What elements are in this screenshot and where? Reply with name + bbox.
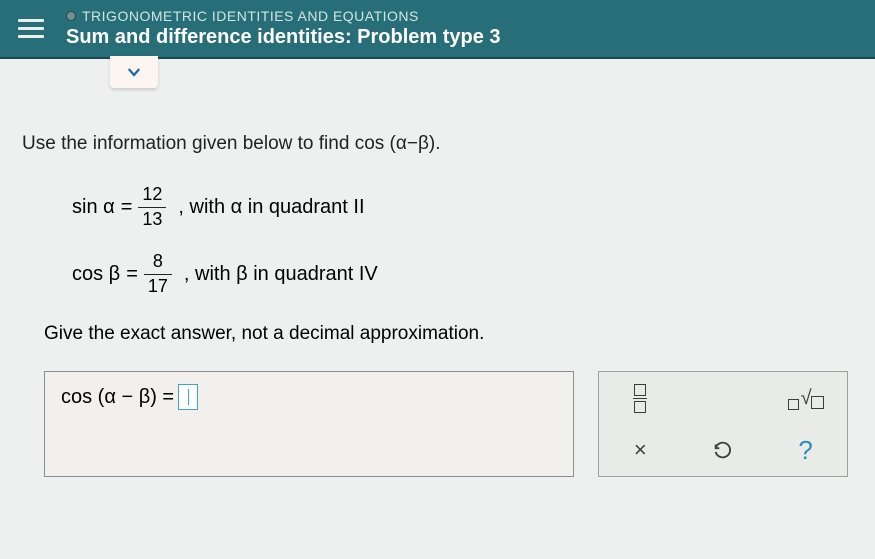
menu-icon[interactable]: [12, 13, 50, 44]
fraction-tool-button[interactable]: [599, 372, 682, 424]
answer-row: cos (α − β) = √ ×: [44, 371, 853, 477]
intro-expression: cos (α−β).: [355, 133, 441, 154]
numerator: 12: [138, 185, 166, 205]
closing-instruction: Give the exact answer, not a decimal app…: [44, 323, 853, 345]
undo-button[interactable]: [682, 424, 765, 476]
intro-text: Use the information given below to find: [22, 133, 355, 154]
denominator: 17: [144, 277, 172, 297]
tool-empty: [682, 372, 765, 424]
func-label: sin α: [72, 196, 115, 219]
sqrt-icon: √: [788, 387, 824, 410]
status-dot-icon: [66, 11, 76, 21]
fraction-icon: [633, 384, 647, 413]
equals-sign: =: [121, 196, 133, 219]
answer-box[interactable]: cos (α − β) =: [44, 371, 574, 477]
sqrt-tool-button[interactable]: √: [764, 372, 847, 424]
fraction-bar: [144, 274, 172, 276]
undo-icon: [712, 439, 734, 461]
help-button[interactable]: ?: [764, 424, 847, 476]
fraction: 12 13: [138, 185, 166, 230]
fraction-bar: [138, 207, 166, 209]
text-cursor-icon: [188, 389, 189, 405]
header-bar: TRIGONOMETRIC IDENTITIES AND EQUATIONS S…: [0, 0, 875, 59]
answer-input[interactable]: [178, 384, 198, 410]
fraction: 8 17: [144, 252, 172, 297]
tool-panel: √ × ?: [598, 371, 848, 477]
category-label: TRIGONOMETRIC IDENTITIES AND EQUATIONS: [82, 8, 419, 24]
content-area: Use the information given below to find …: [0, 59, 875, 477]
equals-sign: =: [126, 263, 138, 286]
line-tail: , with β in quadrant IV: [184, 263, 378, 286]
func-label: cos β: [72, 263, 120, 286]
problem-intro: Use the information given below to find …: [22, 133, 853, 155]
category-line: TRIGONOMETRIC IDENTITIES AND EQUATIONS: [66, 8, 501, 24]
clear-button[interactable]: ×: [599, 424, 682, 476]
line-tail: , with α in quadrant II: [178, 196, 364, 219]
denominator: 13: [138, 210, 166, 230]
page-title: Sum and difference identities: Problem t…: [66, 26, 501, 49]
given-line-1: sin α = 12 13 , with α in quadrant II: [72, 185, 853, 230]
given-line-2: cos β = 8 17 , with β in quadrant IV: [72, 252, 853, 297]
header-text: TRIGONOMETRIC IDENTITIES AND EQUATIONS S…: [66, 8, 501, 49]
given-block: sin α = 12 13 , with α in quadrant II co…: [72, 185, 853, 297]
clear-icon: ×: [634, 437, 647, 463]
answer-lhs: cos (α − β) =: [61, 386, 174, 409]
numerator: 8: [149, 252, 167, 272]
help-icon: ?: [798, 435, 812, 466]
